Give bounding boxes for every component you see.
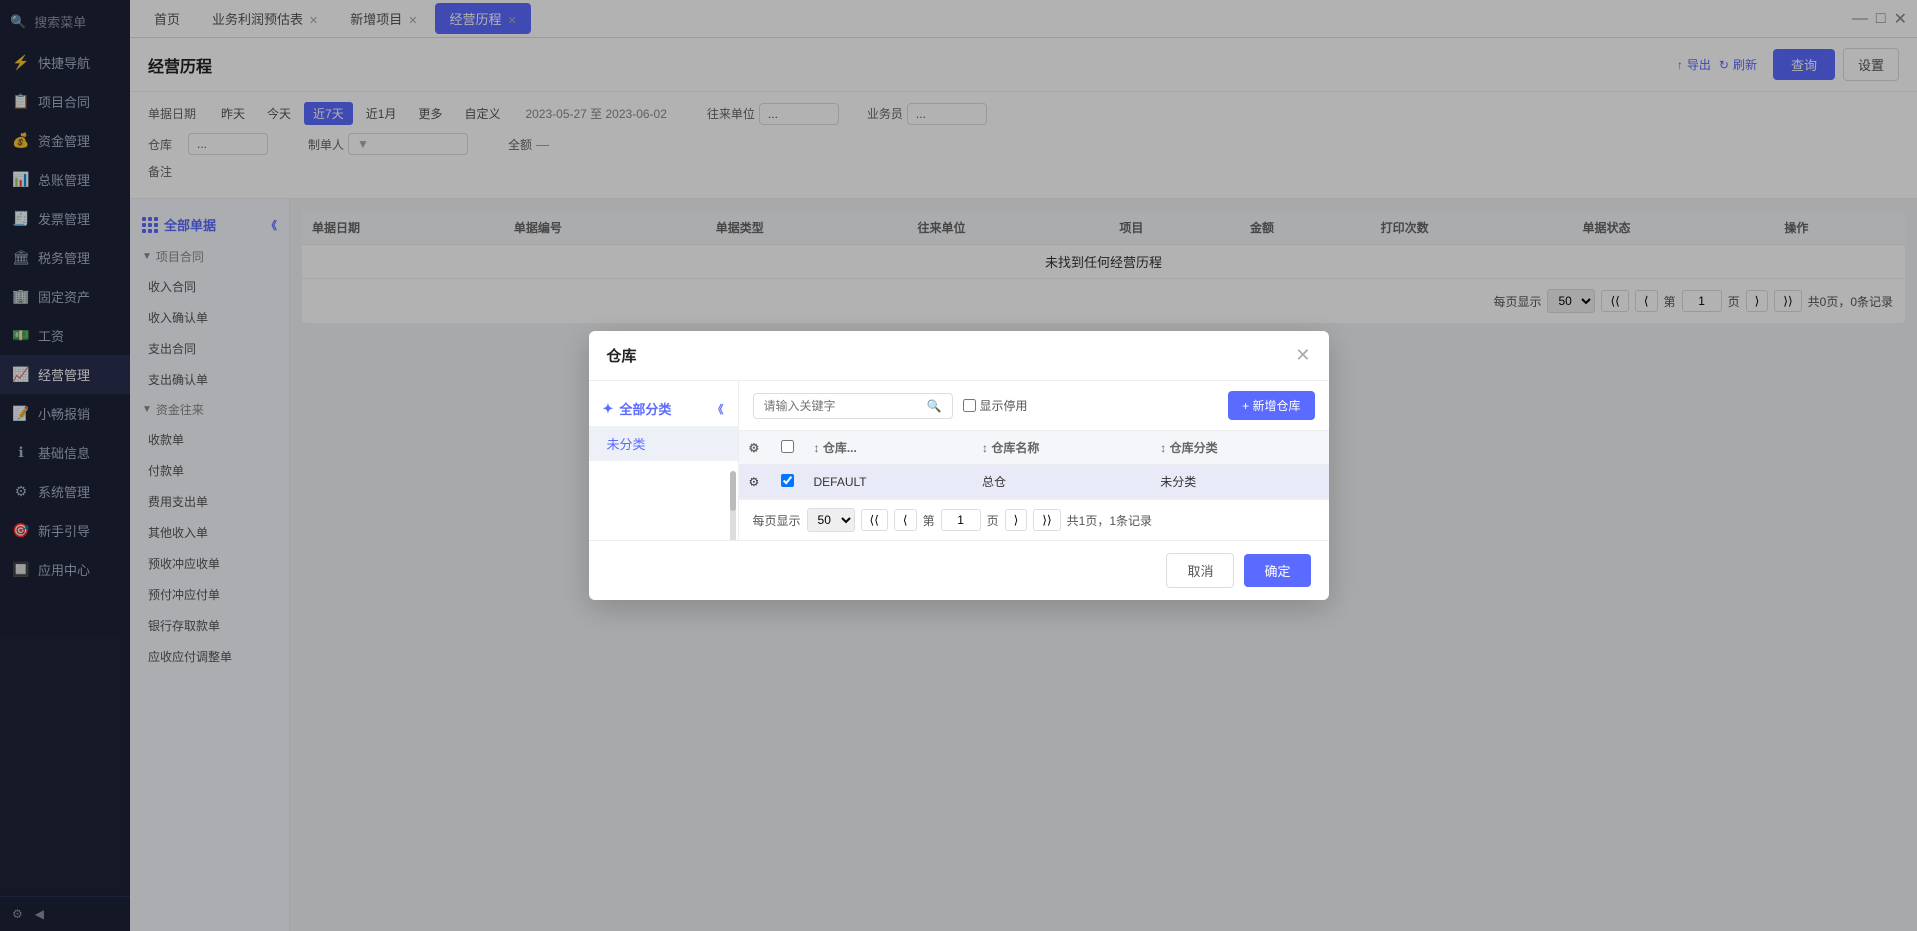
row-name: 总仓 bbox=[972, 465, 1150, 499]
cancel-button[interactable]: 取消 bbox=[1166, 553, 1234, 588]
show-disabled-label[interactable]: 显示停用 bbox=[963, 397, 1028, 414]
modal-col-check bbox=[771, 431, 804, 465]
row-category: 未分类 bbox=[1150, 465, 1328, 499]
modal-search-input[interactable] bbox=[764, 399, 921, 413]
row-check[interactable] bbox=[771, 465, 804, 499]
modal-page-input[interactable] bbox=[941, 509, 981, 531]
modal-col-code[interactable]: ↕ 仓库... bbox=[804, 431, 972, 465]
add-warehouse-button[interactable]: + 新增仓库 bbox=[1228, 391, 1314, 420]
modal-title: 仓库 bbox=[607, 345, 637, 366]
modal-toolbar: 🔍 显示停用 + 新增仓库 bbox=[739, 381, 1329, 431]
modal-footer: 取消 确定 bbox=[589, 540, 1329, 600]
modal-table-row[interactable]: ⚙ DEFAULT 总仓 未分类 bbox=[739, 465, 1329, 499]
modal-left-panel: ✦ 全部分类 《 未分类 bbox=[589, 381, 739, 540]
modal-table-header: ⚙ ↕ 仓库... ↕ 仓库名称 ↕ 仓库分类 bbox=[739, 431, 1329, 465]
select-all-checkbox[interactable] bbox=[781, 440, 794, 453]
collapse-left-icon[interactable]: 《 bbox=[713, 401, 724, 417]
modal-uncategorized-item[interactable]: 未分类 bbox=[589, 426, 738, 461]
modal-pagination: 每页显示 50 ⟨⟨ ⟨ 第 页 ⟩ ⟩⟩ 共1页，1条记录 bbox=[739, 499, 1329, 540]
modal-col-category[interactable]: ↕ 仓库分类 bbox=[1150, 431, 1328, 465]
row-code: DEFAULT bbox=[804, 465, 972, 499]
modal-body: ✦ 全部分类 《 未分类 � bbox=[589, 381, 1329, 540]
modal-col-gear: ⚙ bbox=[739, 431, 771, 465]
row-gear: ⚙ bbox=[739, 465, 771, 499]
modal-first-page[interactable]: ⟨⟨ bbox=[861, 509, 888, 531]
modal-all-categories[interactable]: ✦ 全部分类 《 bbox=[589, 391, 738, 426]
show-disabled-checkbox[interactable] bbox=[963, 399, 976, 412]
modal-table: ⚙ ↕ 仓库... ↕ 仓库名称 ↕ 仓库分类 ⚙ DEFAULT 总仓 未分类 bbox=[739, 431, 1329, 499]
scroll-indicator bbox=[730, 471, 736, 540]
modal-table-body: ⚙ DEFAULT 总仓 未分类 bbox=[739, 465, 1329, 499]
modal-right-panel: 🔍 显示停用 + 新增仓库 ⚙ ↕ 仓库... bbox=[739, 381, 1329, 540]
modal-per-page-select[interactable]: 50 bbox=[807, 508, 855, 532]
modal-close-button[interactable]: ✕ bbox=[1295, 345, 1310, 366]
star-icon: ✦ bbox=[603, 401, 614, 417]
modal-prev-page[interactable]: ⟨ bbox=[894, 509, 917, 531]
modal-last-page[interactable]: ⟩⟩ bbox=[1033, 509, 1060, 531]
modal-next-page[interactable]: ⟩ bbox=[1005, 509, 1028, 531]
modal-overlay: 仓库 ✕ ✦ 全部分类 《 未分类 bbox=[0, 0, 1917, 931]
search-icon: 🔍 bbox=[927, 399, 942, 413]
row-checkbox[interactable] bbox=[781, 474, 794, 487]
modal-search-box[interactable]: 🔍 bbox=[753, 393, 953, 419]
confirm-button[interactable]: 确定 bbox=[1244, 554, 1310, 587]
modal-col-name[interactable]: ↕ 仓库名称 bbox=[972, 431, 1150, 465]
modal-header: 仓库 ✕ bbox=[589, 331, 1329, 381]
warehouse-modal: 仓库 ✕ ✦ 全部分类 《 未分类 bbox=[589, 331, 1329, 600]
